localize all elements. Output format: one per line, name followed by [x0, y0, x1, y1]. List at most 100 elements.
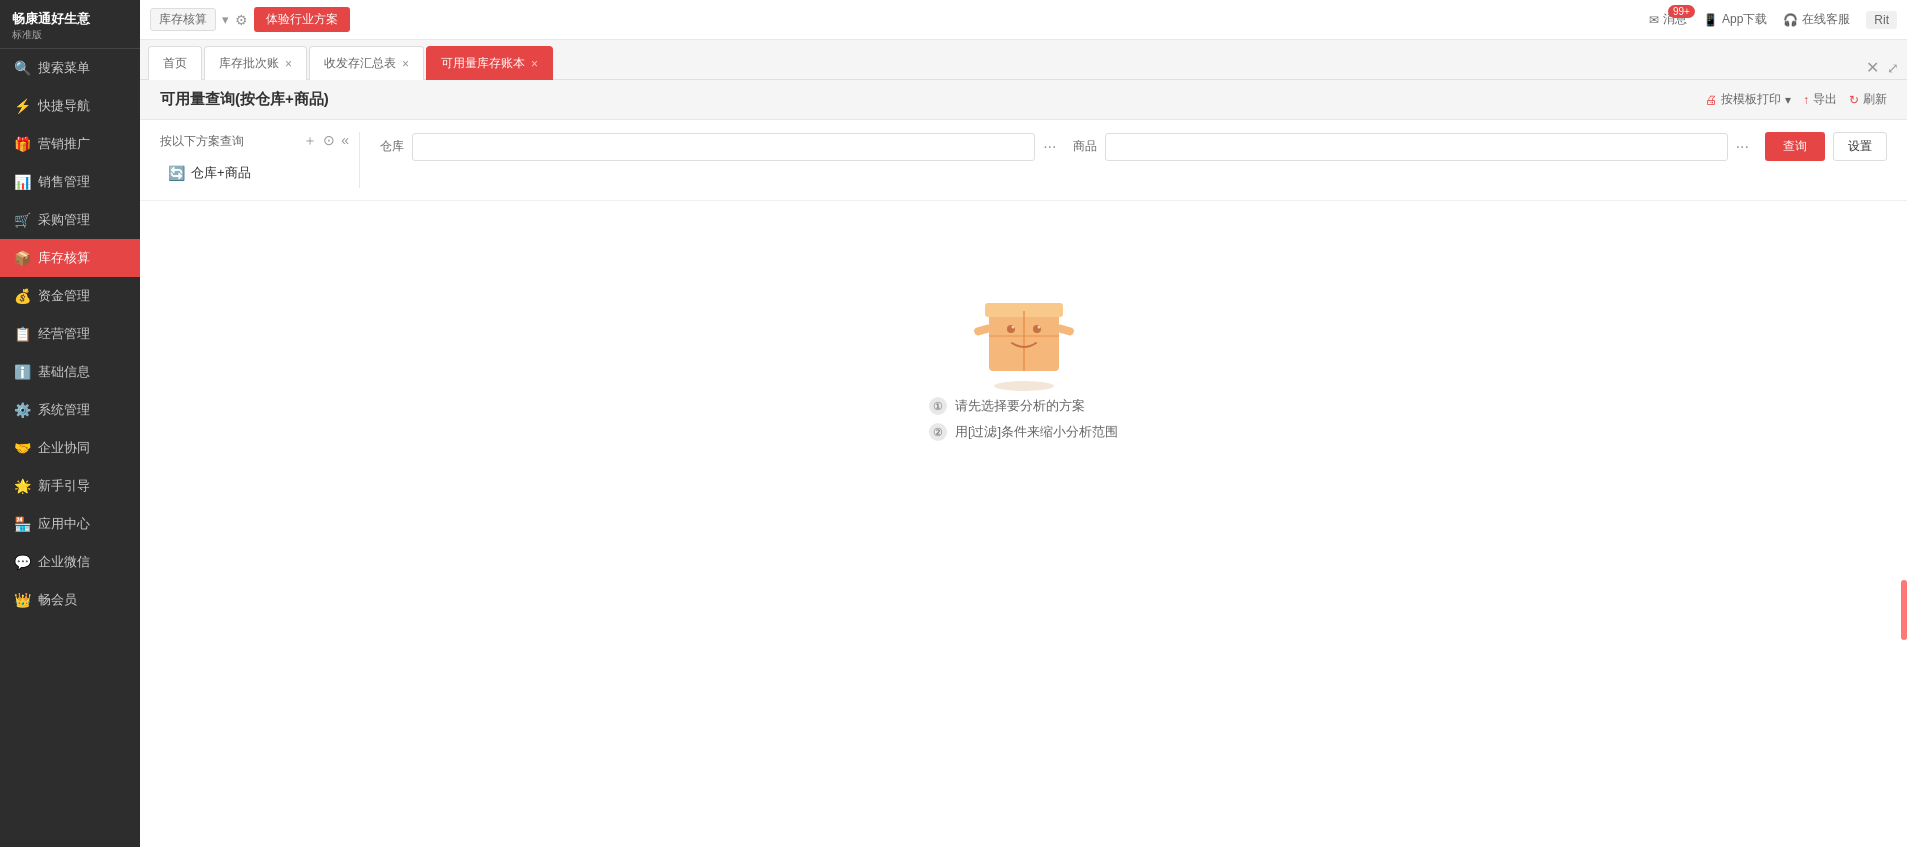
query-button[interactable]: 查询 [1765, 132, 1825, 161]
sidebar-item-label: 企业协同 [38, 439, 90, 457]
refresh-button[interactable]: ↻ 刷新 [1849, 91, 1887, 108]
app-download-button[interactable]: 📱 App下载 [1703, 11, 1767, 28]
sidebar-item-label: 企业微信 [38, 553, 90, 571]
scroll-indicator[interactable] [1901, 580, 1907, 640]
svg-point-6 [1011, 326, 1014, 329]
header-right: ✉ 消息 99+ 📱 App下载 🎧 在线客服 Rit [1649, 11, 1897, 29]
scheme-collapse-icon[interactable]: « [341, 132, 349, 150]
tab-home[interactable]: 首页 [148, 46, 202, 80]
export-button[interactable]: ↑ 导出 [1803, 91, 1837, 108]
print-dropdown-icon[interactable]: ▾ [1785, 93, 1791, 107]
empty-svg [974, 281, 1074, 391]
sidebar-item-search[interactable]: 🔍 搜索菜单 [0, 49, 140, 87]
shortcut-icon: ⚡ [14, 98, 30, 114]
product-label: 商品 [1073, 138, 1097, 155]
sidebar-item-appstore[interactable]: 🏪 应用中心 [0, 505, 140, 543]
scheme-panel-title: 按以下方案查询 [160, 133, 244, 150]
hint-text-2: 用[过滤]条件来缩小分析范围 [955, 423, 1118, 441]
hint-text-1: 请先选择要分析的方案 [955, 397, 1085, 415]
tab-available-close[interactable]: × [531, 57, 538, 71]
svg-point-7 [1037, 326, 1040, 329]
sidebar-item-inventory[interactable]: 📦 库存核算 [0, 239, 140, 277]
main-area: 库存核算 ▾ ⚙ 体验行业方案 ✉ 消息 99+ 📱 App下载 🎧 在线客服 [140, 0, 1907, 847]
finance-icon: 💰 [14, 288, 30, 304]
refresh-label: 刷新 [1863, 91, 1887, 108]
sidebar-item-purchase[interactable]: 🛒 采购管理 [0, 201, 140, 239]
sidebar-item-label: 采购管理 [38, 211, 90, 229]
filter-row: 仓库 ··· 商品 ··· 查询 设置 [380, 132, 1887, 161]
service-icon: 🎧 [1783, 13, 1798, 27]
product-field: 商品 ··· [1073, 133, 1750, 161]
breadcrumb: 库存核算 [150, 8, 216, 31]
sidebar-item-wechat[interactable]: 💬 企业微信 [0, 543, 140, 581]
sidebar-item-shortcut[interactable]: ⚡ 快捷导航 [0, 87, 140, 125]
content-area: 可用量查询(按仓库+商品) 🖨 按模板打印 ▾ ↑ 导出 ↻ 刷新 [140, 80, 1907, 847]
newbie-icon: 🌟 [14, 478, 30, 494]
sidebar-item-enterprise[interactable]: 🤝 企业协同 [0, 429, 140, 467]
enterprise-icon: 🤝 [14, 440, 30, 456]
dropdown-icon[interactable]: ▾ [222, 12, 229, 27]
empty-illustration [974, 281, 1074, 381]
operations-icon: 📋 [14, 326, 30, 342]
sidebar-item-system[interactable]: ⚙️ 系统管理 [0, 391, 140, 429]
tab-summary[interactable]: 收发存汇总表 × [309, 46, 424, 80]
sidebar-item-basic[interactable]: ℹ️ 基础信息 [0, 353, 140, 391]
refresh-icon: ↻ [1849, 93, 1859, 107]
tab-batch-close[interactable]: × [285, 57, 292, 71]
tabs-expand-icon[interactable]: ⤢ [1887, 60, 1899, 76]
member-icon: 👑 [14, 592, 30, 608]
message-icon: ✉ [1649, 13, 1659, 27]
scheme-settings-icon[interactable]: ⊙ [323, 132, 335, 150]
export-label: 导出 [1813, 91, 1837, 108]
sidebar-item-label: 畅会员 [38, 591, 77, 609]
sidebar-item-sales[interactable]: 📊 销售管理 [0, 163, 140, 201]
sidebar-item-finance[interactable]: 💰 资金管理 [0, 277, 140, 315]
trial-button[interactable]: 体验行业方案 [254, 7, 350, 32]
wechat-icon: 💬 [14, 554, 30, 570]
customer-service-button[interactable]: 🎧 在线客服 [1783, 11, 1850, 28]
sidebar-item-marketing[interactable]: 🎁 营销推广 [0, 125, 140, 163]
warehouse-input[interactable] [412, 133, 1035, 161]
scheme-add-icon[interactable]: ＋ [303, 132, 317, 150]
sidebar-item-newbie[interactable]: 🌟 新手引导 [0, 467, 140, 505]
print-button[interactable]: 🖨 按模板打印 ▾ [1705, 91, 1791, 108]
product-input[interactable] [1105, 133, 1728, 161]
logo-title: 畅康通好生意 [12, 10, 128, 28]
sidebar-item-label: 经营管理 [38, 325, 90, 343]
tab-summary-close[interactable]: × [402, 57, 409, 71]
header-left: 库存核算 ▾ ⚙ 体验行业方案 [150, 7, 350, 32]
sidebar-item-member[interactable]: 👑 畅会员 [0, 581, 140, 619]
tab-batch[interactable]: 库存批次账 × [204, 46, 307, 80]
purchase-icon: 🛒 [14, 212, 30, 228]
tabs-actions: ✕ ⤢ [1866, 58, 1899, 79]
page-header: 可用量查询(按仓库+商品) 🖨 按模板打印 ▾ ↑ 导出 ↻ 刷新 [140, 80, 1907, 120]
warehouse-more-icon[interactable]: ··· [1043, 138, 1056, 156]
sidebar-item-operations[interactable]: 📋 经营管理 [0, 315, 140, 353]
print-label: 按模板打印 [1721, 91, 1781, 108]
message-badge: 99+ [1668, 5, 1695, 18]
empty-state: ① 请先选择要分析的方案 ② 用[过滤]条件来缩小分析范围 [140, 201, 1907, 521]
sales-icon: 📊 [14, 174, 30, 190]
tab-available[interactable]: 可用量库存账本 × [426, 46, 553, 80]
svg-point-10 [994, 381, 1054, 391]
gear-icon[interactable]: ⚙ [235, 12, 248, 28]
hint-num-2: ② [929, 423, 947, 441]
hint-num-1: ① [929, 397, 947, 415]
settings-button[interactable]: 设置 [1833, 132, 1887, 161]
empty-hint-1: ① 请先选择要分析的方案 [929, 397, 1118, 415]
user-menu[interactable]: Rit [1866, 11, 1897, 29]
product-more-icon[interactable]: ··· [1736, 138, 1749, 156]
empty-hints: ① 请先选择要分析的方案 ② 用[过滤]条件来缩小分析范围 [929, 397, 1118, 441]
sidebar-item-label: 基础信息 [38, 363, 90, 381]
message-button[interactable]: ✉ 消息 99+ [1649, 11, 1687, 28]
sidebar-logo: 畅康通好生意 标准版 [0, 0, 140, 49]
tabs-close-all-icon[interactable]: ✕ [1866, 58, 1879, 77]
scheme-item-warehouse-product[interactable]: 🔄 仓库+商品 [160, 158, 349, 188]
sidebar-item-label: 搜索菜单 [38, 59, 90, 77]
app-label: App下载 [1722, 11, 1767, 28]
sidebar-item-label: 新手引导 [38, 477, 90, 495]
filter-area: 仓库 ··· 商品 ··· 查询 设置 [360, 132, 1887, 188]
sidebar-item-label: 销售管理 [38, 173, 90, 191]
filter-actions: 查询 设置 [1765, 132, 1887, 161]
scheme-panel-header: 按以下方案查询 ＋ ⊙ « [160, 132, 349, 150]
